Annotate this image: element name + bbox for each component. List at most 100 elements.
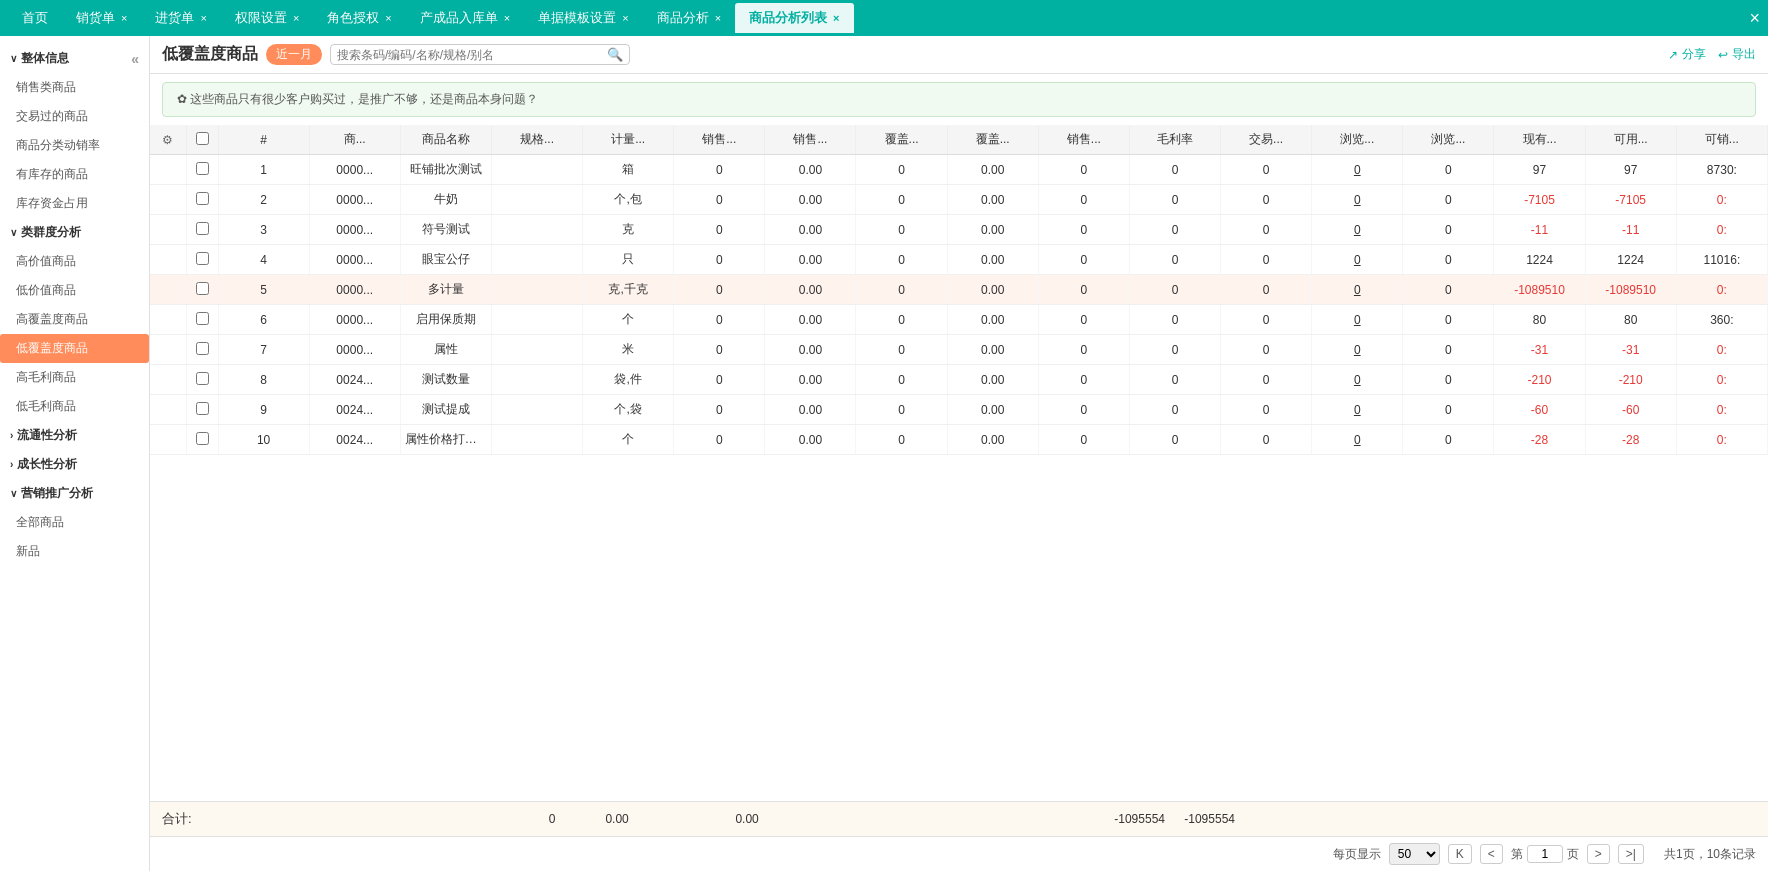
table-cell: 0024...: [309, 395, 400, 425]
table-cell: 0: [1221, 185, 1312, 215]
table-cell: -11: [1494, 215, 1585, 245]
sidebar-section-growth[interactable]: › 成长性分析: [0, 450, 149, 479]
table-cell: 米: [583, 335, 674, 365]
table-cell[interactable]: 0: [1312, 335, 1403, 365]
row-checkbox[interactable]: [196, 282, 209, 295]
sidebar-section-flow[interactable]: › 流通性分析: [0, 421, 149, 450]
search-icon[interactable]: 🔍: [607, 47, 623, 62]
nav-tab-permissions[interactable]: 权限设置 ×: [221, 3, 313, 33]
close-roles-tab[interactable]: ×: [385, 12, 391, 24]
table-cell: 0.00: [947, 365, 1038, 395]
sidebar-section-marketing[interactable]: ∨ 营销推广分析: [0, 479, 149, 508]
table-row: 60000...启用保质期个00.0000.00000008080360:: [150, 305, 1768, 335]
sidebar-collapse-btn[interactable]: «: [131, 51, 139, 67]
sidebar-item-new-goods[interactable]: 新品: [0, 537, 149, 566]
sidebar-item-high-value[interactable]: 高价值商品: [0, 247, 149, 276]
prev-page-btn[interactable]: <: [1480, 844, 1503, 864]
row-checkbox[interactable]: [196, 342, 209, 355]
sidebar-item-category-rate[interactable]: 商品分类动销率: [0, 131, 149, 160]
table-cell[interactable]: 0: [1312, 215, 1403, 245]
close-products-tab[interactable]: ×: [504, 12, 510, 24]
per-page-select[interactable]: 50 100 200: [1389, 843, 1440, 865]
close-analysis-tab[interactable]: ×: [715, 12, 721, 24]
footer-current: -1095554: [1105, 808, 1175, 830]
sidebar-item-low-coverage[interactable]: 低覆盖度商品: [0, 334, 149, 363]
th-sales-qty: 销售...: [674, 125, 765, 155]
share-button[interactable]: ↗ 分享: [1668, 46, 1706, 63]
search-input[interactable]: [337, 48, 607, 62]
last-page-btn[interactable]: >|: [1618, 844, 1644, 864]
sidebar-item-high-margin[interactable]: 高毛利商品: [0, 363, 149, 392]
nav-tab-analysis-list[interactable]: 商品分析列表 ×: [735, 3, 853, 33]
settings-icon[interactable]: ⚙: [162, 133, 173, 147]
th-settings[interactable]: ⚙: [150, 125, 186, 155]
page-input[interactable]: [1527, 845, 1563, 863]
filter-recent-month[interactable]: 近一月: [266, 44, 322, 65]
table-cell: 0.00: [765, 425, 856, 455]
table-cell[interactable]: 0: [1312, 185, 1403, 215]
footer-browse1: [975, 808, 1040, 830]
arrow-overall: ∨: [10, 53, 17, 64]
table-cell: 4: [218, 245, 309, 275]
table-cell: -28: [1585, 425, 1676, 455]
sidebar-item-all-goods[interactable]: 全部商品: [0, 508, 149, 537]
sidebar-item-sales-goods[interactable]: 销售类商品: [0, 73, 149, 102]
first-page-btn[interactable]: K: [1448, 844, 1472, 864]
table-cell: 个,袋: [583, 395, 674, 425]
sidebar-item-stock-goods[interactable]: 有库存的商品: [0, 160, 149, 189]
row-checkbox[interactable]: [196, 402, 209, 415]
nav-tab-templates[interactable]: 单据模板设置 ×: [524, 3, 642, 33]
sidebar-section-overall[interactable]: ∨ 整体信息 «: [0, 44, 149, 73]
row-checkbox[interactable]: [196, 222, 209, 235]
next-page-btn[interactable]: >: [1587, 844, 1610, 864]
table-cell: 箱: [583, 155, 674, 185]
table-row: 80024...测试数量袋,件00.0000.0000000-210-2100:: [150, 365, 1768, 395]
close-sales-tab[interactable]: ×: [121, 12, 127, 24]
table-cell[interactable]: 0: [1312, 155, 1403, 185]
sidebar-item-traded-goods[interactable]: 交易过的商品: [0, 102, 149, 131]
close-templates-tab[interactable]: ×: [622, 12, 628, 24]
sidebar-item-low-value[interactable]: 低价值商品: [0, 276, 149, 305]
table-cell[interactable]: 0: [1312, 425, 1403, 455]
row-checkbox[interactable]: [196, 312, 209, 325]
row-checkbox[interactable]: [196, 192, 209, 205]
sidebar-section-value[interactable]: ∨ 类群度分析: [0, 218, 149, 247]
row-checkbox[interactable]: [196, 372, 209, 385]
table-cell: [491, 275, 582, 305]
table-cell: 0.00: [765, 365, 856, 395]
nav-tab-home[interactable]: 首页: [8, 3, 62, 33]
table-cell[interactable]: 0: [1312, 365, 1403, 395]
nav-tab-products[interactable]: 产成品入库单 ×: [406, 3, 524, 33]
table-cell: 11016:: [1676, 245, 1767, 275]
table-cell: 5: [218, 275, 309, 305]
table-cell: 0: [674, 155, 765, 185]
table-cell[interactable]: 0: [1312, 245, 1403, 275]
table-row: 10000...旺铺批次测试箱00.0000.000000097978730:: [150, 155, 1768, 185]
nav-tab-analysis[interactable]: 商品分析 ×: [643, 3, 735, 33]
table-cell: [186, 215, 218, 245]
row-checkbox[interactable]: [196, 252, 209, 265]
table-cell[interactable]: 0: [1312, 395, 1403, 425]
table-cell: 0: [1403, 305, 1494, 335]
close-analysis-list-tab[interactable]: ×: [833, 12, 839, 24]
table-header-row: ⚙ # 商... 商品名称 规格... 计量... 销售... 销售... 覆盖…: [150, 125, 1768, 155]
sidebar-item-high-coverage[interactable]: 高覆盖度商品: [0, 305, 149, 334]
table-cell: 9: [218, 395, 309, 425]
table-cell[interactable]: 0: [1312, 305, 1403, 335]
content-area: 低覆盖度商品 近一月 🔍 ↗ 分享 ↩ 导出 ✿ 这些商品只有很少客户购买过，是…: [150, 36, 1768, 871]
row-checkbox[interactable]: [196, 432, 209, 445]
nav-tab-purchase[interactable]: 进货单 ×: [141, 3, 220, 33]
sidebar-item-stock-capital[interactable]: 库存资金占用: [0, 189, 149, 218]
row-checkbox[interactable]: [196, 162, 209, 175]
close-purchase-tab[interactable]: ×: [200, 12, 206, 24]
table-cell[interactable]: 0: [1312, 275, 1403, 305]
close-all-tabs[interactable]: ×: [1749, 8, 1760, 29]
table-body: 10000...旺铺批次测试箱00.0000.000000097978730:2…: [150, 155, 1768, 455]
select-all-checkbox[interactable]: [196, 132, 209, 145]
export-button[interactable]: ↩ 导出: [1718, 46, 1756, 63]
close-permissions-tab[interactable]: ×: [293, 12, 299, 24]
nav-tab-sales[interactable]: 销货单 ×: [62, 3, 141, 33]
sidebar-item-low-margin[interactable]: 低毛利商品: [0, 392, 149, 421]
table-cell: 0: [1038, 245, 1129, 275]
nav-tab-roles[interactable]: 角色授权 ×: [313, 3, 405, 33]
